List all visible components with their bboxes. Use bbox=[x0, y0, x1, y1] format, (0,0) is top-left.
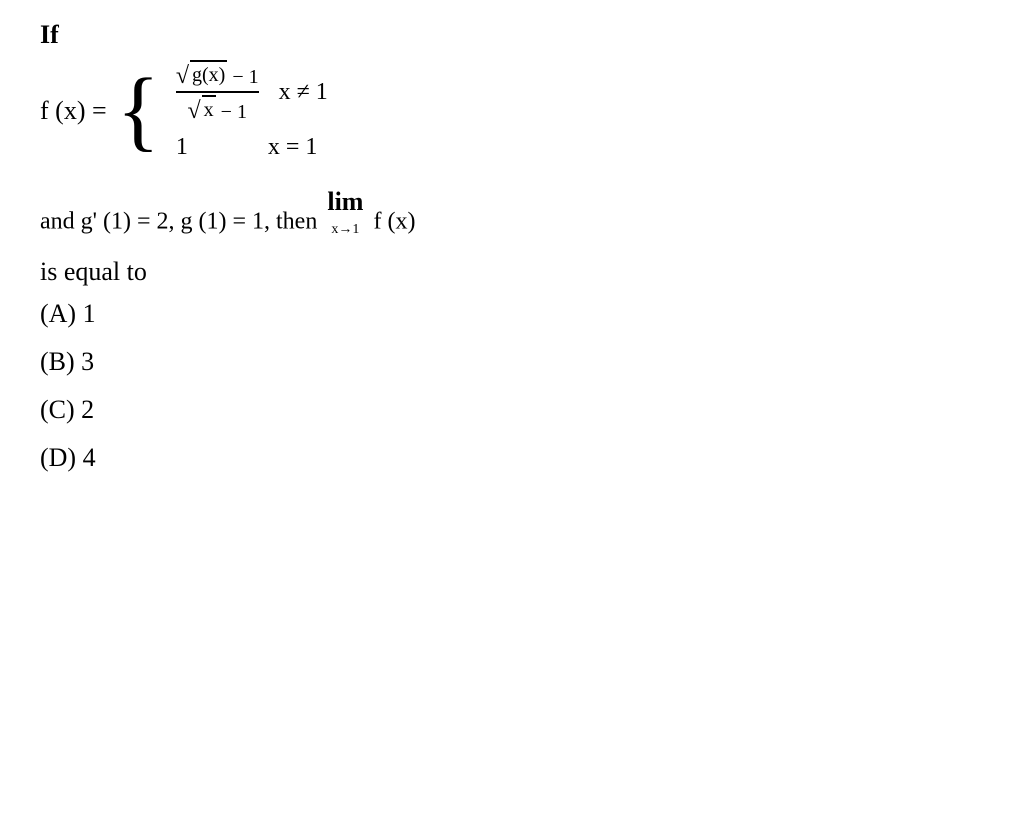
if-label: If bbox=[40, 20, 984, 50]
x-content: x bbox=[202, 95, 216, 123]
lim-fx: f (x) bbox=[373, 209, 415, 235]
fx-label: f (x) = bbox=[40, 96, 107, 126]
gx-content: g(x) bbox=[190, 60, 227, 88]
is-equal-label: is equal to bbox=[40, 257, 984, 287]
case2-value: 1 bbox=[176, 134, 188, 161]
case2-condition: x = 1 bbox=[268, 134, 318, 161]
options-list: (A) 1 (B) 3 (C) 2 (D) 4 bbox=[40, 299, 984, 473]
option-c[interactable]: (C) 2 bbox=[40, 395, 984, 425]
and-text: and g' (1) = 2, g (1) = 1, then bbox=[40, 209, 323, 235]
sqrt-x: √ x bbox=[188, 95, 216, 123]
minus-one-den: − 1 bbox=[221, 101, 247, 123]
cases-container: √ g(x) − 1 √ x − 1 x ≠ 1 1 x = bbox=[176, 60, 328, 161]
sqrt-radical: √ bbox=[176, 64, 189, 88]
minus-one-num: − 1 bbox=[232, 66, 258, 88]
option-b[interactable]: (B) 3 bbox=[40, 347, 984, 377]
lim-subscript: x→1 bbox=[331, 219, 359, 241]
case1-condition: x ≠ 1 bbox=[279, 79, 328, 106]
sqrt-gx: √ g(x) bbox=[176, 60, 228, 88]
lim-word: lim bbox=[327, 181, 363, 223]
and-line: and g' (1) = 2, g (1) = 1, then lim x→1 … bbox=[40, 181, 984, 241]
lim-group: lim x→1 bbox=[327, 181, 363, 241]
left-brace: { bbox=[117, 66, 160, 156]
fraction: √ g(x) − 1 √ x − 1 bbox=[176, 60, 259, 124]
denominator: √ x − 1 bbox=[188, 93, 247, 124]
sqrt-radical-x: √ bbox=[188, 99, 201, 123]
option-a[interactable]: (A) 1 bbox=[40, 299, 984, 329]
case2-row: 1 x = 1 bbox=[176, 134, 328, 161]
piecewise-function: f (x) = { √ g(x) − 1 √ x bbox=[40, 60, 984, 161]
option-d[interactable]: (D) 4 bbox=[40, 443, 984, 473]
numerator: √ g(x) − 1 bbox=[176, 60, 259, 93]
case1-row: √ g(x) − 1 √ x − 1 x ≠ 1 bbox=[176, 60, 328, 124]
